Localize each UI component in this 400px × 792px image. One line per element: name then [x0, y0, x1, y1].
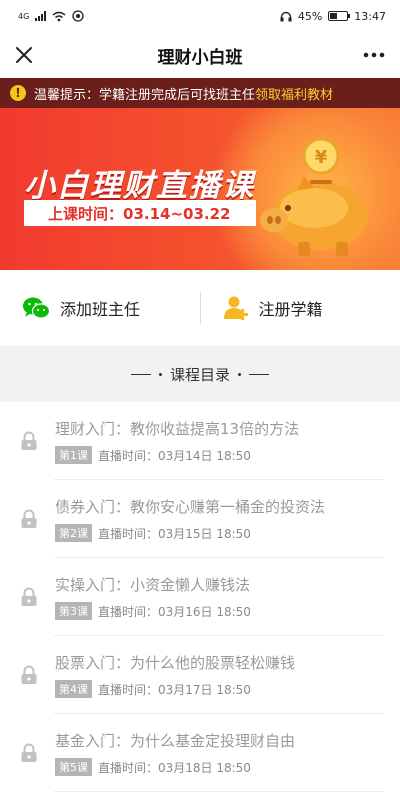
more-icon[interactable] [360, 43, 388, 67]
lesson-badge: 第1课 [55, 446, 92, 464]
catalog-line-right [249, 374, 269, 375]
course-title: 债券入门：教你安心赚第一桶金的投资法 [55, 496, 325, 517]
piggy-bank-icon: ¥ [258, 130, 388, 258]
live-time: 直播时间：03月16日 18:50 [98, 603, 251, 620]
course-text: 理财入门：教你收益提高13倍的方法第1课直播时间：03月14日 18:50 [55, 418, 299, 464]
lock-icon [20, 665, 38, 685]
course-title: 理财入门：教你收益提高13倍的方法 [55, 418, 299, 439]
course-title: 实操入门：小资金懒人赚钱法 [55, 574, 251, 595]
course-banner: 小白理财直播课 上课时间：03.14~03.22 ¥ [0, 108, 400, 270]
lock-icon [20, 743, 38, 763]
signal-icon [35, 11, 46, 21]
course-item[interactable]: 债券入门：教你安心赚第一桶金的投资法第2课直播时间：03月15日 18:50 [0, 480, 400, 558]
lock-icon [20, 509, 38, 529]
course-meta: 第2课直播时间：03月15日 18:50 [55, 524, 325, 542]
lesson-badge: 第3课 [55, 602, 92, 620]
notice-highlight-link[interactable]: 领取福利教材 [255, 84, 333, 103]
svg-text:¥: ¥ [315, 147, 328, 168]
course-text: 基金入门：为什么基金定投理财自由第5课直播时间：03月18日 18:50 [55, 730, 295, 776]
course-text: 股票入门：为什么他的股票轻松赚钱第4课直播时间：03月17日 18:50 [55, 652, 295, 698]
clock: 13:47 [354, 10, 386, 23]
catalog-line-left [131, 374, 151, 375]
course-meta: 第5课直播时间：03月18日 18:50 [55, 758, 295, 776]
course-list: 理财入门：教你收益提高13倍的方法第1课直播时间：03月14日 18:50 债券入… [0, 402, 400, 792]
wifi-icon [52, 11, 66, 22]
catalog-dot-left [159, 373, 162, 376]
lesson-badge: 第5课 [55, 758, 92, 776]
course-text: 实操入门：小资金懒人赚钱法第3课直播时间：03月16日 18:50 [55, 574, 251, 620]
live-time: 直播时间：03月18日 18:50 [98, 759, 251, 776]
course-meta: 第4课直播时间：03月17日 18:50 [55, 680, 295, 698]
lesson-badge: 第2课 [55, 524, 92, 542]
lesson-badge: 第4课 [55, 680, 92, 698]
title-bar: 理财小白班 [0, 32, 400, 78]
course-item[interactable]: 基金入门：为什么基金定投理财自由第5课直播时间：03月18日 18:50 [0, 714, 400, 792]
app-notification-icon [72, 10, 84, 22]
catalog-header: 课程目录 [0, 346, 400, 402]
register-button[interactable]: 注册学籍 [201, 295, 400, 321]
status-left: 4G [18, 10, 84, 22]
battery-icon [328, 11, 348, 21]
battery-percent: 45% [298, 10, 322, 23]
warning-icon: ! [10, 85, 26, 101]
status-right: 45% 13:47 [280, 10, 386, 23]
course-meta: 第1课直播时间：03月14日 18:50 [55, 446, 299, 464]
add-teacher-button[interactable]: 添加班主任 [0, 296, 200, 320]
course-meta: 第3课直播时间：03月16日 18:50 [55, 602, 251, 620]
lock-icon [20, 587, 38, 607]
page-title: 理财小白班 [158, 43, 243, 68]
network-label: 4G [18, 12, 29, 21]
lock-icon [20, 431, 38, 451]
register-label: 注册学籍 [259, 296, 323, 320]
course-item[interactable]: 股票入门：为什么他的股票轻松赚钱第4课直播时间：03月17日 18:50 [0, 636, 400, 714]
course-item[interactable]: 实操入门：小资金懒人赚钱法第3课直播时间：03月16日 18:50 [0, 558, 400, 636]
notice-text: 温馨提示：学籍注册完成后可找班主任 [34, 84, 255, 103]
close-icon[interactable] [12, 43, 36, 67]
headphones-icon [280, 11, 292, 22]
course-item[interactable]: 理财入门：教你收益提高13倍的方法第1课直播时间：03月14日 18:50 [0, 402, 400, 480]
live-time: 直播时间：03月15日 18:50 [98, 525, 251, 542]
action-row: 添加班主任 注册学籍 [0, 270, 400, 346]
live-time: 直播时间：03月17日 18:50 [98, 681, 251, 698]
catalog-title: 课程目录 [170, 364, 230, 385]
course-text: 债券入门：教你安心赚第一桶金的投资法第2课直播时间：03月15日 18:50 [55, 496, 325, 542]
wechat-icon [22, 296, 50, 320]
banner-title: 小白理财直播课 [24, 160, 255, 205]
status-bar: 4G 45% 13:47 [0, 0, 400, 32]
notice-bar[interactable]: ! 温馨提示：学籍注册完成后可找班主任领取福利教材 [0, 78, 400, 108]
add-user-icon [223, 295, 249, 321]
catalog-dot-right [238, 373, 241, 376]
banner-time: 上课时间：03.14~03.22 [24, 200, 256, 226]
course-title: 股票入门：为什么他的股票轻松赚钱 [55, 652, 295, 673]
add-teacher-label: 添加班主任 [60, 296, 140, 320]
live-time: 直播时间：03月14日 18:50 [98, 447, 251, 464]
